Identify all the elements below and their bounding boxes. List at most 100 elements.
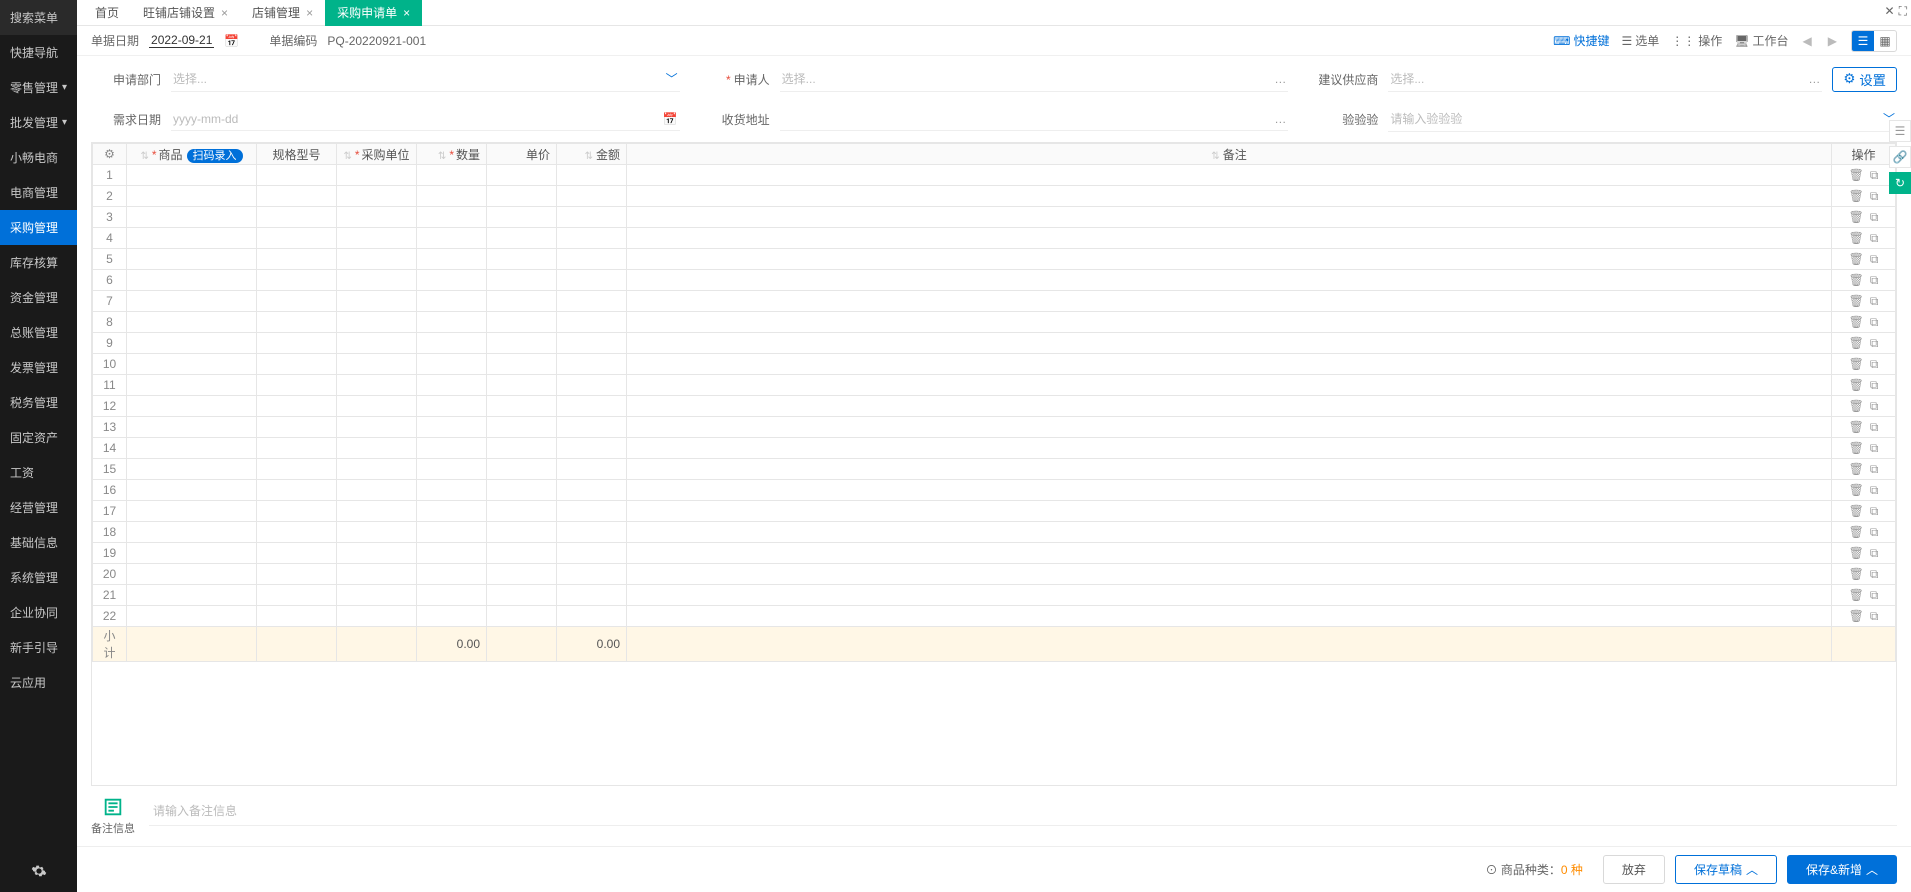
cell-spec[interactable]: [257, 291, 337, 312]
cell-product[interactable]: [127, 585, 257, 606]
cell-amount[interactable]: [557, 228, 627, 249]
cell-amount[interactable]: [557, 270, 627, 291]
cell-product[interactable]: [127, 312, 257, 333]
cell-qty[interactable]: [417, 333, 487, 354]
cell-unit[interactable]: [337, 396, 417, 417]
delete-icon[interactable]: 🗑: [1849, 336, 1864, 350]
cell-amount[interactable]: [557, 522, 627, 543]
tab-1[interactable]: 旺铺店铺设置×: [131, 0, 240, 26]
copy-icon[interactable]: ⧉: [1870, 420, 1879, 434]
cell-product[interactable]: [127, 606, 257, 627]
cell-qty[interactable]: [417, 249, 487, 270]
cell-price[interactable]: [487, 501, 557, 522]
cell-unit[interactable]: [337, 543, 417, 564]
cell-remark[interactable]: [627, 480, 1832, 501]
sidebar-item-7[interactable]: 库存核算: [0, 245, 77, 280]
table-row[interactable]: 20🗑⧉: [93, 564, 1896, 585]
cell-remark[interactable]: [627, 270, 1832, 291]
cell-unit[interactable]: [337, 333, 417, 354]
copy-icon[interactable]: ⧉: [1870, 588, 1879, 602]
table-row[interactable]: 6🗑⧉: [93, 270, 1896, 291]
operate-link[interactable]: ⋮⋮ 操作: [1671, 32, 1722, 49]
sidebar-item-17[interactable]: 企业协同: [0, 595, 77, 630]
cell-unit[interactable]: [337, 501, 417, 522]
delete-icon[interactable]: 🗑: [1849, 399, 1864, 413]
cell-unit[interactable]: [337, 165, 417, 186]
cell-product[interactable]: [127, 291, 257, 312]
cell-spec[interactable]: [257, 438, 337, 459]
cell-spec[interactable]: [257, 480, 337, 501]
table-row[interactable]: 15🗑⧉: [93, 459, 1896, 480]
cell-product[interactable]: [127, 438, 257, 459]
delete-icon[interactable]: 🗑: [1849, 210, 1864, 224]
cell-remark[interactable]: [627, 438, 1832, 459]
cell-product[interactable]: [127, 522, 257, 543]
cell-qty[interactable]: [417, 438, 487, 459]
needdate-input[interactable]: yyyy-mm-dd 📅: [171, 108, 680, 131]
cell-qty[interactable]: [417, 354, 487, 375]
cell-amount[interactable]: [557, 354, 627, 375]
cell-price[interactable]: [487, 312, 557, 333]
cell-unit[interactable]: [337, 585, 417, 606]
copy-icon[interactable]: ⧉: [1870, 210, 1879, 224]
table-row[interactable]: 9🗑⧉: [93, 333, 1896, 354]
cell-remark[interactable]: [627, 354, 1832, 375]
delete-icon[interactable]: 🗑: [1849, 231, 1864, 245]
cell-amount[interactable]: [557, 480, 627, 501]
supplier-select[interactable]: 选择... …: [1388, 66, 1822, 92]
cell-product[interactable]: [127, 480, 257, 501]
copy-icon[interactable]: ⧉: [1870, 546, 1879, 560]
cell-price[interactable]: [487, 270, 557, 291]
sidebar-item-1[interactable]: 快捷导航: [0, 35, 77, 70]
copy-icon[interactable]: ⧉: [1870, 441, 1879, 455]
cell-remark[interactable]: [627, 417, 1832, 438]
sidebar-settings[interactable]: [0, 853, 77, 892]
cell-amount[interactable]: [557, 606, 627, 627]
cell-remark[interactable]: [627, 249, 1832, 270]
cell-spec[interactable]: [257, 312, 337, 333]
cell-unit[interactable]: [337, 228, 417, 249]
sidebar-item-2[interactable]: 零售管理▾: [0, 70, 77, 105]
calendar-icon[interactable]: 📅: [224, 34, 239, 48]
discard-button[interactable]: 放弃: [1603, 855, 1665, 884]
cell-product[interactable]: [127, 207, 257, 228]
table-row[interactable]: 5🗑⧉: [93, 249, 1896, 270]
cell-product[interactable]: [127, 165, 257, 186]
cell-unit[interactable]: [337, 606, 417, 627]
sidebar-item-4[interactable]: 小畅电商: [0, 140, 77, 175]
cell-amount[interactable]: [557, 333, 627, 354]
copy-icon[interactable]: ⧉: [1870, 231, 1879, 245]
cell-amount[interactable]: [557, 207, 627, 228]
col-amount[interactable]: ⇅金额: [557, 144, 627, 165]
sidebar-item-15[interactable]: 基础信息: [0, 525, 77, 560]
cell-spec[interactable]: [257, 459, 337, 480]
scan-badge[interactable]: 扫码录入: [187, 149, 243, 163]
cell-unit[interactable]: [337, 270, 417, 291]
tab-0[interactable]: 首页: [83, 0, 131, 26]
cell-amount[interactable]: [557, 543, 627, 564]
col-remark[interactable]: ⇅备注: [627, 144, 1832, 165]
cell-remark[interactable]: [627, 564, 1832, 585]
remarks-input[interactable]: 请输入备注信息: [149, 796, 1897, 826]
cell-product[interactable]: [127, 228, 257, 249]
select-doc-link[interactable]: ☰ 选单: [1621, 32, 1659, 49]
col-unit[interactable]: ⇅采购单位: [337, 144, 417, 165]
delete-icon[interactable]: 🗑: [1849, 588, 1864, 602]
sidebar-item-13[interactable]: 工资: [0, 455, 77, 490]
cell-price[interactable]: [487, 186, 557, 207]
delete-icon[interactable]: 🗑: [1849, 483, 1864, 497]
cell-amount[interactable]: [557, 585, 627, 606]
cell-product[interactable]: [127, 375, 257, 396]
cell-qty[interactable]: [417, 207, 487, 228]
cell-qty[interactable]: [417, 564, 487, 585]
col-price[interactable]: 单价: [487, 144, 557, 165]
doc-date-value[interactable]: 2022-09-21: [149, 33, 214, 48]
table-row[interactable]: 4🗑⧉: [93, 228, 1896, 249]
cell-amount[interactable]: [557, 459, 627, 480]
sidebar-item-5[interactable]: 电商管理: [0, 175, 77, 210]
cell-price[interactable]: [487, 438, 557, 459]
cell-amount[interactable]: [557, 186, 627, 207]
cell-unit[interactable]: [337, 207, 417, 228]
cell-remark[interactable]: [627, 312, 1832, 333]
cell-amount[interactable]: [557, 165, 627, 186]
